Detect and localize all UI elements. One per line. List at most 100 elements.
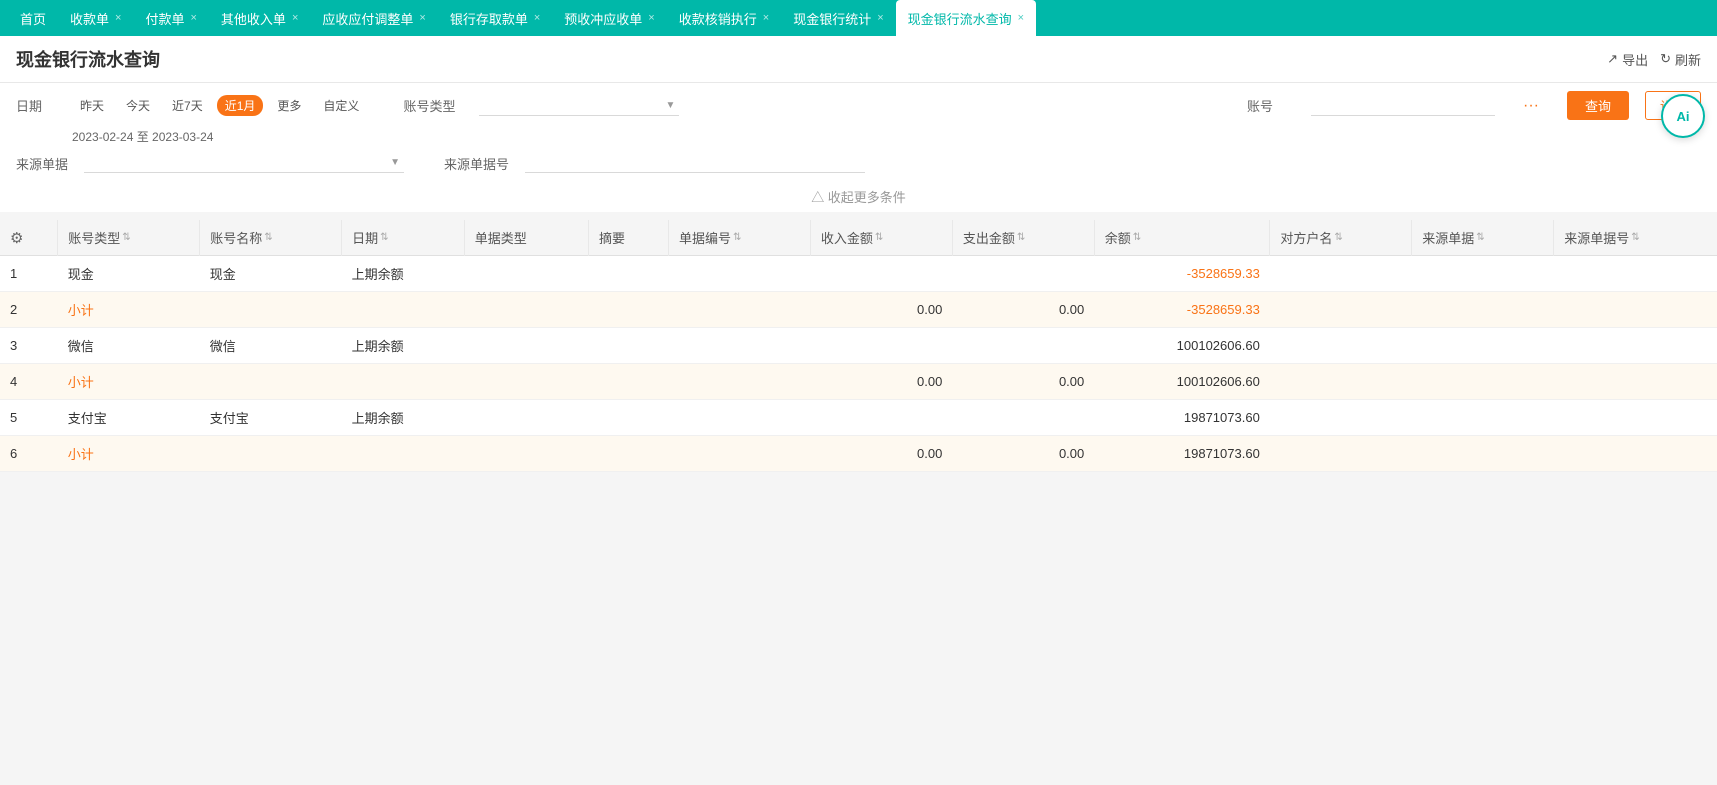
td-date [342,364,465,400]
close-receipt-verify-icon[interactable]: × [763,12,769,24]
td-balance: 19871073.60 [1094,400,1270,436]
export-button[interactable]: ↗ 导出 [1607,50,1648,69]
top-navigation: 首页 收款单 × 付款单 × 其他收入单 × 应收应付调整单 × 银行存取款单 … [0,0,1717,36]
table-row: 4 小计 0.00 0.00 100102606.60 [0,364,1717,400]
td-source-doc [1412,400,1554,436]
td-income: 0.00 [810,364,952,400]
query-button[interactable]: 查询 [1567,91,1629,120]
nav-other-income[interactable]: 其他收入单 × [209,0,310,36]
td-source-doc-no [1554,328,1717,364]
td-counterpart [1270,400,1412,436]
date-btn-more[interactable]: 更多 [269,95,309,116]
th-counterpart: 对方户名 ⇅ [1270,220,1412,256]
nav-bank-deposit[interactable]: 银行存取款单 × [438,0,552,36]
close-payments-icon[interactable]: × [190,12,196,24]
source-doc-select[interactable] [84,153,404,172]
td-doc-type [464,292,588,328]
table-body: 1 现金 现金 上期余额 -3528659.33 2 小计 0.00 0.00 … [0,256,1717,472]
date-label: 日期 [16,96,56,115]
td-no: 2 [0,292,58,328]
close-prepaid-icon[interactable]: × [648,12,654,24]
account-type-label: 账号类型 [403,96,455,115]
account-input[interactable] [1311,96,1495,116]
td-account-type: 小计 [58,364,200,400]
th-gear: ⚙ [0,220,58,256]
close-ar-ap-icon[interactable]: × [419,12,425,24]
th-date: 日期 ⇅ [342,220,465,256]
sort-account-type-icon[interactable]: ⇅ [122,232,130,243]
td-balance: -3528659.33 [1094,292,1270,328]
sort-balance-icon[interactable]: ⇅ [1133,232,1141,243]
th-expense: 支出金额 ⇅ [952,220,1094,256]
ai-assistant-button[interactable]: Ai [1661,94,1705,138]
nav-ar-ap-adjust[interactable]: 应收应付调整单 × [310,0,437,36]
td-account-type: 现金 [58,256,200,292]
td-account-name [200,364,342,400]
td-doc-no [668,328,810,364]
close-flow-icon[interactable]: × [1018,12,1024,24]
table-settings-icon[interactable]: ⚙ [10,230,23,247]
td-counterpart [1270,292,1412,328]
td-income [810,400,952,436]
td-doc-type [464,436,588,472]
refresh-icon: ↻ [1660,51,1671,67]
th-summary: 摘要 [588,220,668,256]
td-counterpart [1270,364,1412,400]
close-bank-deposit-icon[interactable]: × [534,12,540,24]
nav-receipts[interactable]: 收款单 × [58,0,133,36]
td-source-doc [1412,256,1554,292]
close-stats-icon[interactable]: × [877,12,883,24]
date-btn-1month[interactable]: 近1月 [217,95,264,116]
td-source-doc [1412,364,1554,400]
th-doc-no: 单据编号 ⇅ [668,220,810,256]
td-source-doc [1412,328,1554,364]
account-type-select[interactable]: 现金 微信 支付宝 [479,96,679,115]
sort-expense-icon[interactable]: ⇅ [1017,232,1025,243]
td-no: 1 [0,256,58,292]
td-doc-no [668,292,810,328]
data-table-container: ⚙ 账号类型 ⇅ 账号名称 ⇅ 日期 [0,220,1717,472]
td-source-doc-no [1554,292,1717,328]
nav-receipt-verify[interactable]: 收款核销执行 × [667,0,781,36]
account-dots-button[interactable]: ··· [1519,97,1543,115]
sort-income-icon[interactable]: ⇅ [875,232,883,243]
sort-doc-no-icon[interactable]: ⇅ [733,232,741,243]
td-summary [588,292,668,328]
td-account-name [200,436,342,472]
td-account-name: 支付宝 [200,400,342,436]
sort-source-doc-no-icon[interactable]: ⇅ [1631,232,1639,243]
date-btn-7days[interactable]: 近7天 [164,95,211,116]
refresh-button[interactable]: ↻ 刷新 [1660,50,1701,69]
td-expense [952,328,1094,364]
nav-cash-bank-flow[interactable]: 现金银行流水查询 × [896,0,1036,36]
date-btn-yesterday[interactable]: 昨天 [72,95,112,116]
collapse-bar[interactable]: △ 收起更多条件 [16,181,1701,208]
td-doc-no [668,256,810,292]
sort-counterpart-icon[interactable]: ⇅ [1334,232,1342,243]
nav-prepaid-offset[interactable]: 预收冲应收单 × [552,0,666,36]
nav-payments[interactable]: 付款单 × [133,0,208,36]
table-row: 2 小计 0.00 0.00 -3528659.33 [0,292,1717,328]
th-source-doc: 来源单据 ⇅ [1412,220,1554,256]
nav-home[interactable]: 首页 [8,0,58,36]
td-source-doc-no [1554,364,1717,400]
filter-row-1: 日期 昨天 今天 近7天 近1月 更多 自定义 账号类型 现金 微信 支付宝 ▼… [16,91,1701,120]
close-receipts-icon[interactable]: × [115,12,121,24]
sort-date-icon[interactable]: ⇅ [380,232,388,243]
sort-source-doc-icon[interactable]: ⇅ [1476,232,1484,243]
nav-cash-bank-stats[interactable]: 现金银行统计 × [781,0,895,36]
source-doc-no-input[interactable] [525,153,865,173]
td-doc-no [668,436,810,472]
td-income: 0.00 [810,292,952,328]
date-btn-today[interactable]: 今天 [118,95,158,116]
th-balance: 余额 ⇅ [1094,220,1270,256]
date-btn-custom[interactable]: 自定义 [315,95,367,116]
filter-row-2: 来源单据 ▼ 来源单据号 [16,153,1701,173]
table-row: 1 现金 现金 上期余额 -3528659.33 [0,256,1717,292]
date-range-text: 2023-02-24 至 2023-03-24 [72,130,213,144]
td-expense [952,256,1094,292]
td-no: 4 [0,364,58,400]
sort-account-name-icon[interactable]: ⇅ [264,232,272,243]
close-other-income-icon[interactable]: × [292,12,298,24]
table-row: 3 微信 微信 上期余额 100102606.60 [0,328,1717,364]
